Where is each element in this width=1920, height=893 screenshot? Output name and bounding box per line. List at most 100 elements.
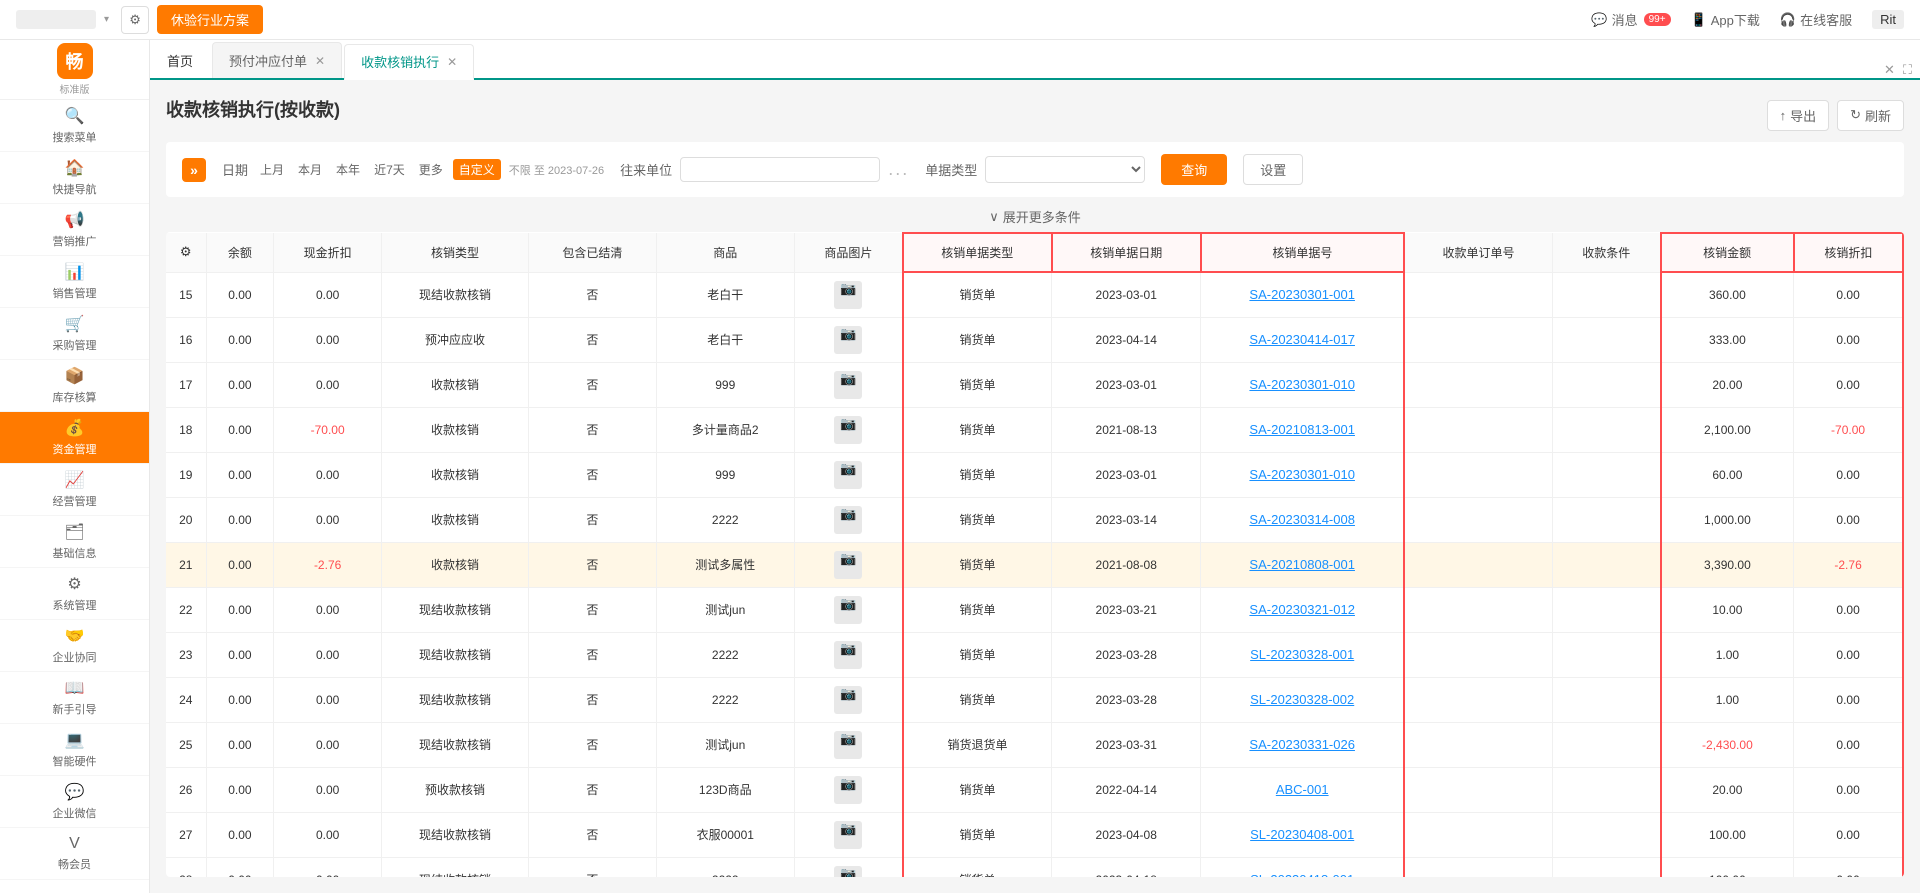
tab-verify-close[interactable]: ✕ [447,55,457,69]
cell-receipt-order-no [1404,677,1552,722]
tab-expand-icon[interactable]: ⛶ [1903,62,1912,78]
tab-prepay[interactable]: 预付冲应付单 ✕ [212,42,342,78]
sidebar-item-purchase[interactable]: 🛒 采购管理 [0,308,149,360]
cell-verify-discount: -70.00 [1794,407,1903,452]
cell-voucher-type: 销货单 [903,812,1052,857]
expand-conditions[interactable]: ∨ 展开更多条件 [166,207,1904,226]
sidebar-item-guide[interactable]: 📖 新手引导 [0,672,149,724]
cell-voucher-date: 2023-03-14 [1052,497,1201,542]
sidebar-item-inventory[interactable]: 📦 库存核算 [0,360,149,412]
sidebar-item-wechat[interactable]: 💬 企业微信 [0,776,149,828]
company-dropdown-arrow[interactable]: ▾ [104,14,109,25]
col-settings[interactable]: ⚙ [166,233,206,272]
col-voucher-date: 核销单据日期 [1052,233,1201,272]
cell-voucher-type: 销货单 [903,767,1052,812]
filter-partner-input[interactable] [680,157,880,182]
tab-verify[interactable]: 收款核销执行 ✕ [344,44,474,80]
date-opt-last-month[interactable]: 上月 [256,159,288,180]
cell-goods-image: 📷 [794,632,902,677]
cell-voucher-no[interactable]: SA-20230301-010 [1201,452,1405,497]
cell-verify-discount: 0.00 [1794,362,1903,407]
cell-cash-discount: 0.00 [274,587,382,632]
sidebar-item-collab[interactable]: 🤝 企业协同 [0,620,149,672]
cell-seq: 17 [166,362,206,407]
cell-balance: 0.00 [206,407,274,452]
message-link[interactable]: 💬 消息 99+ [1591,10,1670,29]
filter-voucher-type-select[interactable] [985,156,1145,183]
cell-goods-image: 📷 [794,812,902,857]
cell-verify-discount: 0.00 [1794,452,1903,497]
cell-voucher-no[interactable]: SA-20230301-010 [1201,362,1405,407]
cell-voucher-no[interactable]: SL-20230408-001 [1201,812,1405,857]
cell-voucher-date: 2021-08-08 [1052,542,1201,587]
table-wrapper[interactable]: ⚙ 余额 现金折扣 核销类型 包含已结清 商品 商品图片 核销单据类型 核销单据… [166,232,1904,877]
col-receipt-condition: 收款条件 [1552,233,1660,272]
sidebar-item-hardware[interactable]: 💻 智能硬件 [0,724,149,776]
gear-button[interactable]: ⚙ [121,6,149,34]
expand-conditions-label: 展开更多条件 [1003,207,1081,226]
tab-close-all-icon[interactable]: ✕ [1884,62,1895,78]
date-opt-7days[interactable]: 近7天 [370,159,409,180]
sidebar-item-vip[interactable]: V 畅会员 [0,828,149,880]
cell-voucher-type: 销货单 [903,677,1052,722]
date-opt-this-month[interactable]: 本月 [294,159,326,180]
table-body: 15 0.00 0.00 现结收款核销 否 老白干 📷 销货单 2023-03-… [166,272,1903,877]
service-link[interactable]: 🎧 在线客服 [1780,10,1852,29]
sidebar-item-basics[interactable]: 🗂 基础信息 [0,516,149,568]
cell-voucher-no[interactable]: SL-20230418-001 [1201,857,1405,877]
cell-goods: 衣服00001 [656,812,794,857]
cell-goods-image: 📷 [794,362,902,407]
refresh-button[interactable]: ↻ 刷新 [1837,100,1904,131]
user-name[interactable]: Rit [1872,10,1904,29]
cell-voucher-no[interactable]: SA-20210808-001 [1201,542,1405,587]
cell-cash-discount: 0.00 [274,767,382,812]
sidebar-item-marketing[interactable]: 📢 营销推广 [0,204,149,256]
cell-voucher-no[interactable]: SA-20230331-026 [1201,722,1405,767]
message-badge: 99+ [1644,13,1671,26]
cell-voucher-no[interactable]: SL-20230328-001 [1201,632,1405,677]
cell-voucher-date: 2023-03-31 [1052,722,1201,767]
cell-voucher-no[interactable]: SA-20230314-008 [1201,497,1405,542]
cell-voucher-type: 销货单 [903,272,1052,317]
sidebar-item-operations[interactable]: 📈 经营管理 [0,464,149,516]
query-button[interactable]: 查询 [1161,154,1227,185]
sidebar-item-search[interactable]: 🔍 搜索菜单 [0,100,149,152]
cell-goods: 123D商品 [656,767,794,812]
cell-goods: 2222 [656,857,794,877]
sidebar-item-label: 库存核算 [53,389,97,405]
cell-voucher-no[interactable]: SA-20230321-012 [1201,587,1405,632]
filter-expand-button[interactable]: » [182,158,206,182]
tab-home[interactable]: 首页 [150,42,210,78]
industry-button[interactable]: 休验行业方案 [157,5,263,34]
cell-balance: 0.00 [206,767,274,812]
cell-seq: 26 [166,767,206,812]
app-download-link[interactable]: 📱 App下载 [1691,10,1760,29]
cell-goods-image: 📷 [794,587,902,632]
sidebar-item-finance[interactable]: 💰 资金管理 [0,412,149,464]
date-opt-custom[interactable]: 自定义 [453,159,501,180]
sidebar-item-label: 畅会员 [58,856,91,872]
table-row: 27 0.00 0.00 现结收款核销 否 衣服00001 📷 销货单 2023… [166,812,1903,857]
sidebar-item-nav[interactable]: 🏠 快捷导航 [0,152,149,204]
cell-voucher-no[interactable]: ABC-001 [1201,767,1405,812]
col-verify-discount: 核销折扣 [1794,233,1903,272]
cell-goods-image: 📷 [794,722,902,767]
cell-voucher-no[interactable]: SA-20210813-001 [1201,407,1405,452]
sidebar-item-system[interactable]: ⚙ 系统管理 [0,568,149,620]
cell-voucher-no[interactable]: SA-20230414-017 [1201,317,1405,362]
cell-voucher-date: 2023-03-01 [1052,362,1201,407]
table-row: 23 0.00 0.00 现结收款核销 否 2222 📷 销货单 2023-03… [166,632,1903,677]
date-opt-more[interactable]: 更多 [415,159,447,180]
settings-button[interactable]: 设置 [1243,154,1303,185]
date-opt-this-year[interactable]: 本年 [332,159,364,180]
cell-voucher-no[interactable]: SA-20230301-001 [1201,272,1405,317]
cell-goods-image: 📷 [794,497,902,542]
expand-chevron-icon: ∨ [989,209,999,225]
export-button[interactable]: ↑ 导出 [1767,100,1830,131]
sidebar-item-sales[interactable]: 📊 销售管理 [0,256,149,308]
tab-prepay-close[interactable]: ✕ [315,54,325,68]
cell-voucher-date: 2023-04-08 [1052,812,1201,857]
cell-voucher-no[interactable]: SL-20230328-002 [1201,677,1405,722]
cell-balance: 0.00 [206,272,274,317]
cell-goods: 2222 [656,497,794,542]
